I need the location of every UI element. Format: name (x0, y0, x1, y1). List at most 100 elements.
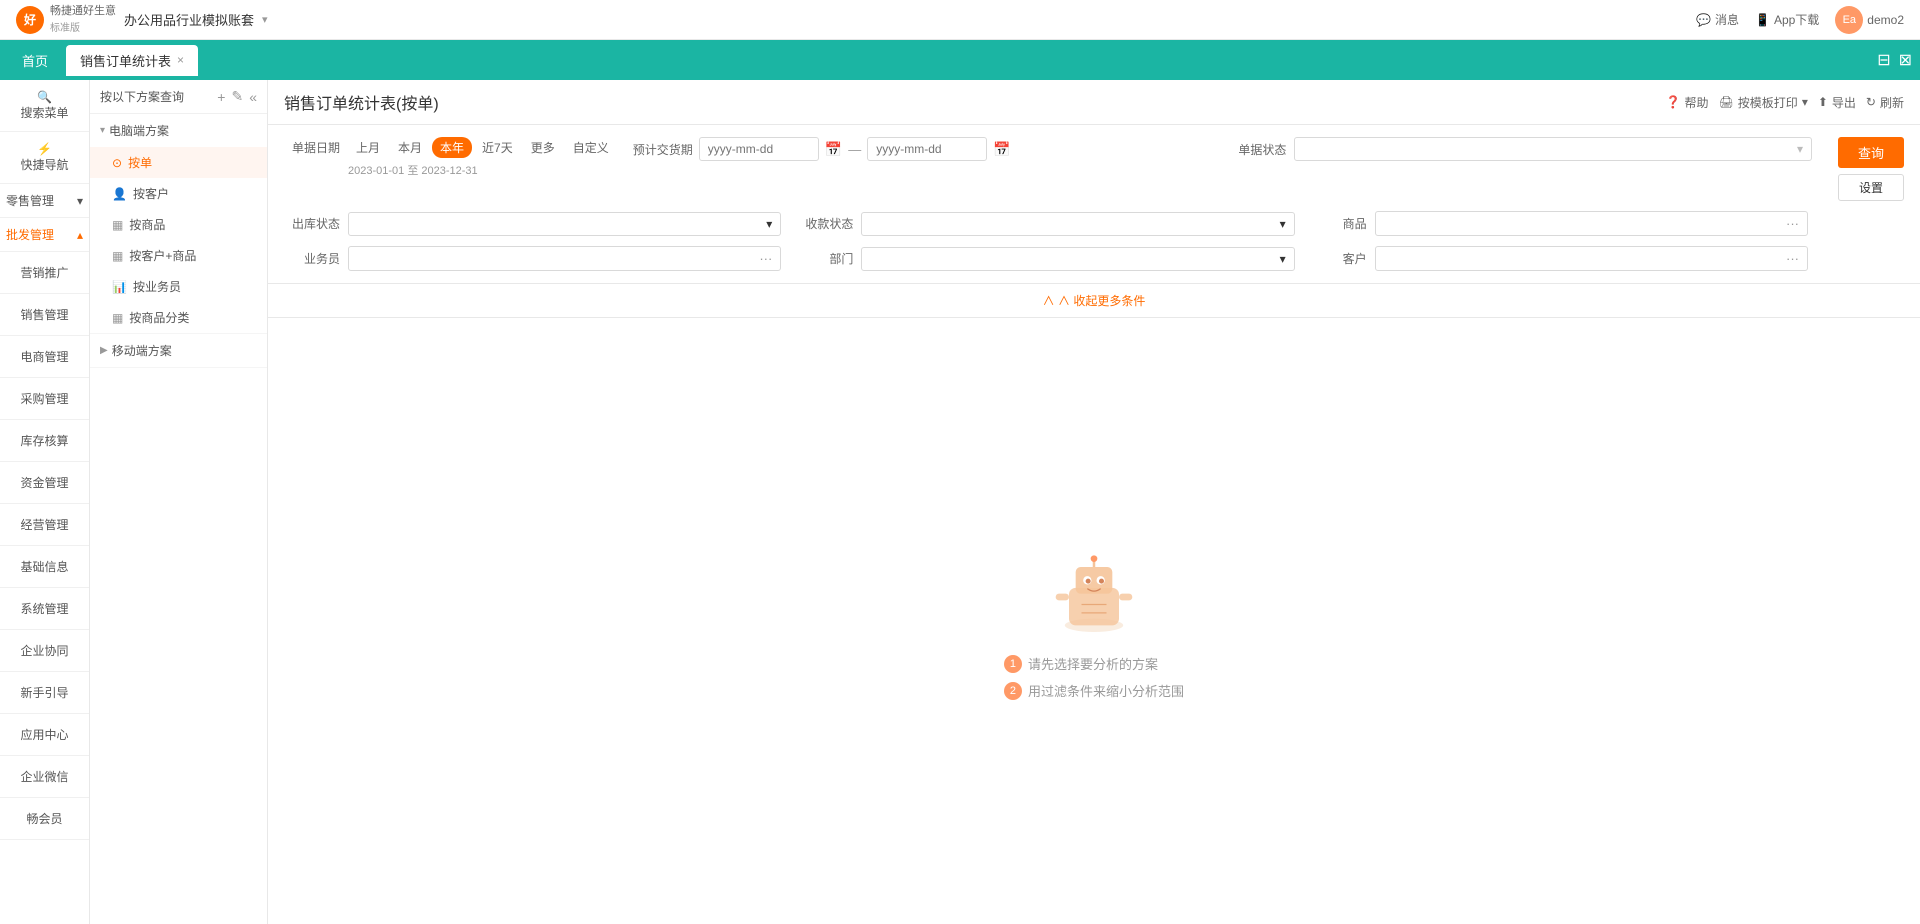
system-label: 系统管理 (20, 600, 68, 617)
this-year-btn[interactable]: 本年 (432, 137, 472, 158)
scheme-panel: 按以下方案查询 + ✎ « ▾ 电脑端方案 ⊙ 按单 👤 (90, 80, 268, 924)
payment-status-select[interactable]: ▾ (861, 212, 1294, 236)
sidebar-item-enterprise[interactable]: 企业协同 (0, 630, 89, 672)
tab-close-button[interactable]: × (177, 53, 184, 67)
last7days-btn[interactable]: 近7天 (474, 137, 521, 158)
sidebar-item-quick-nav[interactable]: ⚡ 快捷导航 (0, 132, 89, 184)
quick-nav-icon: ⚡ (8, 142, 81, 156)
sidebar-item-wholesale[interactable]: 批发管理 ▴ (0, 218, 89, 252)
mobile-group-label: 移动端方案 (112, 342, 172, 359)
goods-filter-label: 商品 (1311, 215, 1367, 232)
scheme-item-by-customer-goods[interactable]: ▦ 按客户+商品 (90, 240, 267, 271)
sidebar-item-guide[interactable]: 新手引导 (0, 672, 89, 714)
print-label: 按模板打印 (1738, 94, 1798, 111)
by-goods-label: 按商品 (129, 216, 165, 233)
status-select-arrow-icon: ▾ (1797, 142, 1803, 156)
export-button[interactable]: ⬆ 导出 (1818, 94, 1856, 111)
tab-minimize-button[interactable]: ⊟ (1877, 50, 1890, 70)
user-area[interactable]: Ea demo2 (1835, 6, 1904, 34)
scheme-add-button[interactable]: + (217, 89, 225, 105)
sidebar-item-inventory[interactable]: 库存核算 (0, 420, 89, 462)
scheme-item-by-category[interactable]: ▦ 按商品分类 (90, 302, 267, 333)
tab-active[interactable]: 销售订单统计表 × (66, 45, 198, 76)
message-button[interactable]: 💬 消息 (1696, 11, 1739, 28)
custom-btn[interactable]: 自定义 (565, 137, 617, 158)
shipping-status-label: 出库状态 (284, 215, 340, 232)
avatar: Ea (1835, 6, 1863, 34)
search-label: 搜索菜单 (8, 104, 81, 121)
refresh-button[interactable]: ↻ 刷新 (1866, 94, 1904, 111)
sidebar-item-sales[interactable]: 销售管理 (0, 294, 89, 336)
sidebar-search[interactable]: 🔍 搜索菜单 (0, 80, 89, 132)
sidebar-item-ecommerce[interactable]: 电商管理 (0, 336, 89, 378)
scheme-toolbar: + ✎ « (217, 88, 257, 105)
sidebar-item-wechat[interactable]: 企业微信 (0, 756, 89, 798)
basic-label: 基础信息 (20, 558, 68, 575)
tab-home[interactable]: 首页 (8, 45, 62, 76)
scheme-group-pc-header[interactable]: ▾ 电脑端方案 (90, 114, 267, 147)
salesman-filter-label: 业务员 (284, 250, 340, 267)
username-label: demo2 (1867, 13, 1904, 27)
sidebar-item-purchase[interactable]: 采购管理 (0, 378, 89, 420)
refresh-label: 刷新 (1880, 94, 1904, 111)
salesman-select[interactable]: ··· (348, 246, 781, 271)
quick-nav-label: 快捷导航 (8, 156, 81, 173)
sidebar-item-basic[interactable]: 基础信息 (0, 546, 89, 588)
scheme-item-by-goods[interactable]: ▦ 按商品 (90, 209, 267, 240)
logo-icon: 好 (16, 6, 44, 34)
app-dropdown-arrow[interactable]: ▾ (262, 13, 268, 26)
more-btn[interactable]: 更多 (523, 137, 563, 158)
sidebar: 🔍 搜索菜单 ⚡ 快捷导航 零售管理 ▾ 批发管理 ▴ 营销推广 销售管理 电商… (0, 80, 90, 924)
scheme-group-mobile-header[interactable]: ▶ 移动端方案 (90, 334, 267, 367)
scheme-item-by-customer[interactable]: 👤 按客户 (90, 178, 267, 209)
sidebar-item-apps[interactable]: 应用中心 (0, 714, 89, 756)
query-area: 查询 设置 (1838, 137, 1904, 201)
print-icon: 🖨 (1719, 95, 1734, 109)
sidebar-item-member[interactable]: 畅会员 (0, 798, 89, 840)
sidebar-item-marketing[interactable]: 营销推广 (0, 252, 89, 294)
collapse-label: ∧ 收起更多条件 (1058, 294, 1145, 308)
hint-text-2: 用过滤条件来缩小分析范围 (1028, 681, 1184, 700)
scheme-panel-header: 按以下方案查询 + ✎ « (90, 80, 267, 114)
goods-select[interactable]: ··· (1375, 211, 1808, 236)
collapse-bar[interactable]: ∧ ∧ 收起更多条件 (268, 284, 1920, 318)
this-month-btn[interactable]: 本月 (390, 137, 430, 158)
by-customer-goods-label: 按客户+商品 (129, 247, 196, 264)
predicted-start-date-input[interactable] (699, 137, 819, 161)
scheme-edit-button[interactable]: ✎ (231, 88, 243, 105)
customer-filter-label: 客户 (1311, 250, 1367, 267)
help-label: 帮助 (1685, 94, 1709, 111)
scheme-collapse-button[interactable]: « (249, 89, 257, 105)
app-download-button[interactable]: 📱 App下载 (1755, 11, 1819, 28)
message-icon: 💬 (1696, 13, 1711, 27)
query-button[interactable]: 查询 (1838, 137, 1904, 168)
scheme-item-by-order[interactable]: ⊙ 按单 (90, 147, 267, 178)
print-button[interactable]: 🖨 按模板打印 ▾ (1719, 94, 1808, 111)
filter-area: 单据日期 上月 本月 本年 近7天 更多 自定义 2023-01-0 (268, 125, 1920, 284)
by-customer-label: 按客户 (133, 185, 169, 202)
status-select[interactable]: ▾ (1294, 137, 1812, 161)
customer-dots-icon: ··· (1786, 251, 1799, 266)
customer-select[interactable]: ··· (1375, 246, 1808, 271)
sidebar-item-system[interactable]: 系统管理 (0, 588, 89, 630)
by-order-icon: ⊙ (112, 156, 122, 170)
by-customer-icon: 👤 (112, 187, 127, 201)
scheme-group-pc: ▾ 电脑端方案 ⊙ 按单 👤 按客户 ▦ 按商品 ▦ 按客户+商品 (90, 114, 267, 334)
help-button[interactable]: ❓ 帮助 (1666, 94, 1709, 111)
date-shortcuts: 上月 本月 本年 近7天 更多 自定义 (348, 137, 617, 158)
predicted-end-date-input[interactable] (867, 137, 987, 161)
last-month-btn[interactable]: 上月 (348, 137, 388, 158)
shipping-status-select[interactable]: ▾ (348, 212, 781, 236)
sidebar-item-retail[interactable]: 零售管理 ▾ (0, 184, 89, 218)
sidebar-item-operations[interactable]: 经营管理 (0, 504, 89, 546)
setting-button[interactable]: 设置 (1838, 174, 1904, 201)
sales-label: 销售管理 (20, 306, 68, 323)
top-bar: 好 畅捷通好生意 标准版 办公用品行业模拟账套 ▾ 💬 消息 📱 App下载 E… (0, 0, 1920, 40)
scheme-item-by-salesman[interactable]: 📊 按业务员 (90, 271, 267, 302)
sidebar-item-finance[interactable]: 资金管理 (0, 462, 89, 504)
by-category-icon: ▦ (112, 311, 123, 325)
tab-maximize-button[interactable]: ⊠ (1899, 50, 1912, 70)
calendar-icon-end: 📅 (993, 141, 1010, 158)
dept-select[interactable]: ▾ (861, 247, 1294, 271)
content-area: 按以下方案查询 + ✎ « ▾ 电脑端方案 ⊙ 按单 👤 (90, 80, 1920, 924)
